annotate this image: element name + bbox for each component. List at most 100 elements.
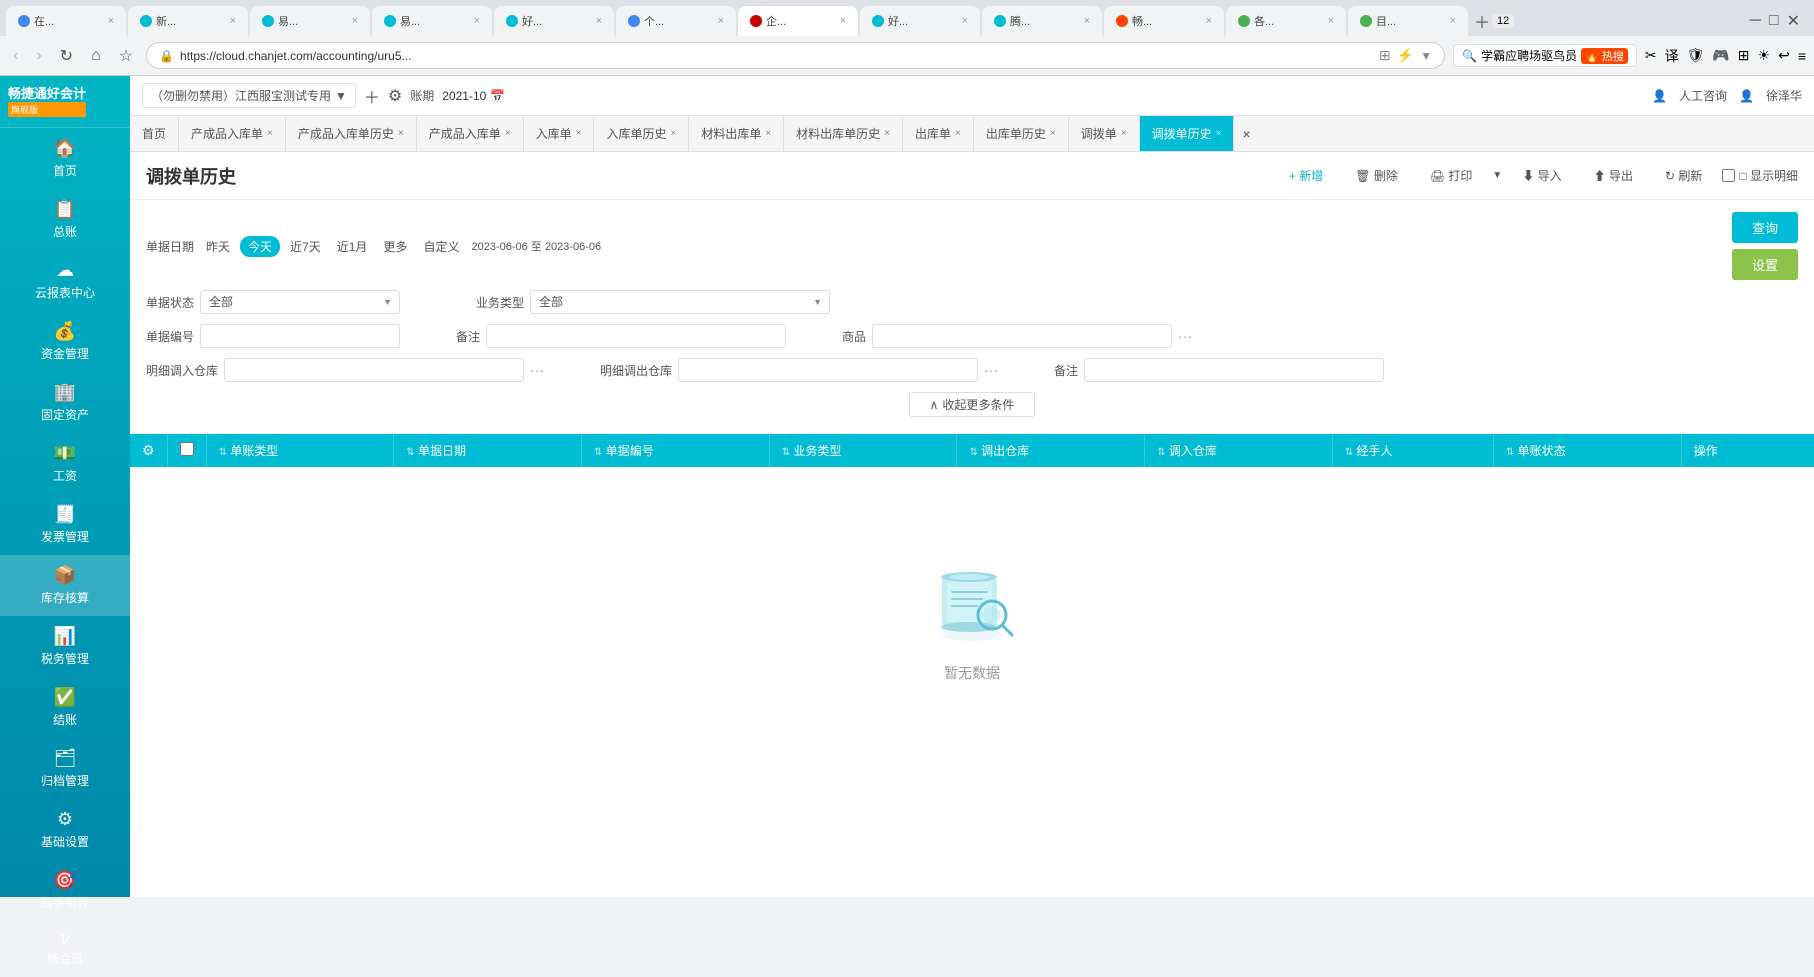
browser-tab-3[interactable]: 易... × bbox=[250, 6, 370, 36]
collapse-button[interactable]: ∧ 收起更多条件 bbox=[909, 392, 1036, 417]
date-btn-7days[interactable]: 近7天 bbox=[284, 236, 327, 257]
close-icon[interactable]: × bbox=[398, 128, 404, 139]
user-label[interactable]: 徐泽华 bbox=[1766, 87, 1802, 104]
tab-count[interactable]: 12 bbox=[1492, 14, 1514, 28]
business-select[interactable]: 全部 bbox=[530, 290, 830, 314]
browser-tab-7-active[interactable]: 企... × bbox=[738, 6, 858, 36]
sidebar-item-salary[interactable]: 💵 工资 bbox=[0, 433, 130, 494]
close-icon[interactable]: × bbox=[267, 128, 273, 139]
page-tab-warehouse-in[interactable]: 入库单 × bbox=[524, 116, 595, 152]
translate-icon[interactable]: 译 bbox=[1665, 46, 1679, 66]
shield-icon[interactable]: 🛡 bbox=[1687, 47, 1705, 64]
nav-bookmark[interactable]: ☆ bbox=[114, 44, 138, 68]
address-chevron-icon[interactable]: ▼ bbox=[1420, 49, 1432, 63]
sidebar-item-member[interactable]: V 畅会员 bbox=[0, 921, 130, 977]
goods-more-icon[interactable]: ··· bbox=[1178, 328, 1192, 344]
menu-icon[interactable]: ≡ bbox=[1798, 48, 1806, 64]
browser-tab-2[interactable]: 新... × bbox=[128, 6, 248, 36]
date-btn-yesterday[interactable]: 昨天 bbox=[200, 236, 236, 257]
new-button[interactable]: + 新增 bbox=[1277, 162, 1335, 189]
close-icon[interactable]: × bbox=[576, 128, 582, 139]
detail-out-more-icon[interactable]: ··· bbox=[984, 362, 998, 378]
th-doc-status[interactable]: ⇅ 单账状态 bbox=[1493, 434, 1681, 467]
game-icon[interactable]: 🎮 bbox=[1712, 47, 1729, 64]
address-box[interactable]: 🔒 https://cloud.chanjet.com/accounting/u… bbox=[146, 42, 1445, 69]
close-icon[interactable]: × bbox=[1121, 128, 1127, 139]
browser-search-box[interactable]: 🔍 学霸应聘场驱鸟员 🔥 热搜 bbox=[1453, 44, 1637, 67]
print-button[interactable]: 🖨 打印 bbox=[1418, 162, 1485, 189]
undo-icon[interactable]: ↩ bbox=[1778, 47, 1790, 64]
date-btn-more[interactable]: 更多 bbox=[377, 236, 413, 257]
grid-icon[interactable]: ⊞ bbox=[1738, 47, 1750, 64]
refresh-button[interactable]: ↻ 刷新 bbox=[1653, 162, 1714, 189]
sidebar-item-assets[interactable]: 🏢 固定资产 bbox=[0, 372, 130, 433]
sidebar-item-archive[interactable]: 🗂 归档管理 bbox=[0, 738, 130, 799]
browser-tab-9[interactable]: 腾... × bbox=[982, 6, 1102, 36]
sidebar-item-inventory[interactable]: 📦 库存核算 bbox=[0, 555, 130, 616]
nav-refresh[interactable]: ↻ bbox=[55, 44, 78, 68]
close-icon[interactable]: × bbox=[765, 128, 771, 139]
th-checkbox[interactable] bbox=[167, 434, 206, 467]
page-tab-out[interactable]: 出库单 × bbox=[903, 116, 974, 152]
browser-tab-1[interactable]: 在... × bbox=[6, 6, 126, 36]
window-maximize[interactable]: □ bbox=[1769, 12, 1779, 30]
detail-remark-input[interactable] bbox=[1084, 358, 1384, 382]
tab-new-button[interactable]: ＋ bbox=[1474, 9, 1490, 33]
th-doc-type[interactable]: ⇅ 单账类型 bbox=[206, 434, 394, 467]
sun-icon[interactable]: ☀ bbox=[1758, 47, 1771, 64]
company-selector[interactable]: （勿删勿禁用）江西服宝测试专用 ▼ bbox=[142, 83, 356, 108]
window-minimize[interactable]: ─ bbox=[1750, 12, 1761, 30]
sidebar-item-settings[interactable]: ⚙ 基础设置 bbox=[0, 799, 130, 860]
browser-tab-4[interactable]: 易... × bbox=[372, 6, 492, 36]
period-selector[interactable]: 2021-10 📅 bbox=[442, 89, 505, 103]
sidebar-item-ledger[interactable]: 📋 总账 bbox=[0, 189, 130, 250]
settings-button[interactable]: 设置 bbox=[1732, 249, 1798, 280]
page-tab-material-out-history[interactable]: 材料出库单历史 × bbox=[784, 116, 903, 152]
sidebar-item-home[interactable]: 🏠 首页 bbox=[0, 128, 130, 189]
th-out-warehouse[interactable]: ⇅ 调出仓库 bbox=[957, 434, 1145, 467]
th-in-warehouse[interactable]: ⇅ 调入仓库 bbox=[1145, 434, 1333, 467]
close-icon[interactable]: × bbox=[955, 128, 961, 139]
page-tab-transfer[interactable]: 调拨单 × bbox=[1069, 116, 1140, 152]
th-doc-num[interactable]: ⇅ 单据编号 bbox=[581, 434, 769, 467]
close-icon[interactable]: × bbox=[884, 128, 890, 139]
settings-gear-icon[interactable]: ⚙ bbox=[388, 86, 402, 106]
show-cols-checkbox[interactable] bbox=[1722, 169, 1735, 182]
sidebar-item-reports[interactable]: ☁ 云报表中心 bbox=[0, 250, 130, 311]
select-all-checkbox[interactable] bbox=[180, 442, 194, 456]
nav-back[interactable]: ‹ bbox=[8, 45, 23, 67]
scissors-icon[interactable]: ✂ bbox=[1645, 47, 1657, 64]
th-business-type[interactable]: ⇅ 业务类型 bbox=[769, 434, 957, 467]
page-tab-material-out[interactable]: 材料出库单 × bbox=[689, 116, 784, 152]
browser-tab-11[interactable]: 各... × bbox=[1226, 6, 1346, 36]
query-button[interactable]: 查询 bbox=[1732, 212, 1798, 243]
goods-input[interactable] bbox=[872, 324, 1172, 348]
detail-in-input[interactable] bbox=[224, 358, 524, 382]
delete-button[interactable]: 🗑 删除 bbox=[1343, 162, 1410, 189]
close-icon[interactable]: × bbox=[505, 128, 511, 139]
status-select[interactable]: 全部 待审核 已审核 已作废 bbox=[200, 290, 400, 314]
page-tab-stock-in[interactable]: 产成品入库单 × bbox=[179, 116, 286, 152]
page-tab-home[interactable]: 首页 bbox=[130, 116, 179, 152]
detail-in-more-icon[interactable]: ··· bbox=[530, 362, 544, 378]
sidebar-item-tax[interactable]: 📊 税务管理 bbox=[0, 616, 130, 677]
sidebar-item-closing[interactable]: ✅ 结账 bbox=[0, 677, 130, 738]
add-company-icon[interactable]: ＋ bbox=[364, 84, 380, 108]
close-icon[interactable]: × bbox=[1216, 128, 1222, 139]
import-button[interactable]: ⬇ 导入 bbox=[1510, 162, 1573, 189]
date-btn-today[interactable]: 今天 bbox=[240, 236, 280, 257]
export-button[interactable]: ⬆ 导出 bbox=[1582, 162, 1645, 189]
page-tab-out-history[interactable]: 出库单历史 × bbox=[974, 116, 1069, 152]
close-icon[interactable]: × bbox=[670, 128, 676, 139]
page-tab-stock-in-history[interactable]: 产成品入库单历史 × bbox=[286, 116, 417, 152]
sidebar-item-invoice[interactable]: 🧾 发票管理 bbox=[0, 494, 130, 555]
docnum-input[interactable] bbox=[200, 324, 400, 348]
nav-forward[interactable]: › bbox=[31, 45, 46, 67]
th-handler[interactable]: ⇅ 经手人 bbox=[1332, 434, 1493, 467]
browser-tab-6[interactable]: 个... × bbox=[616, 6, 736, 36]
close-icon[interactable]: × bbox=[1050, 128, 1056, 139]
close-icon[interactable]: × bbox=[596, 15, 602, 27]
remark-input[interactable] bbox=[486, 324, 786, 348]
sidebar-item-funds[interactable]: 💰 资金管理 bbox=[0, 311, 130, 372]
detail-out-input[interactable] bbox=[678, 358, 978, 382]
